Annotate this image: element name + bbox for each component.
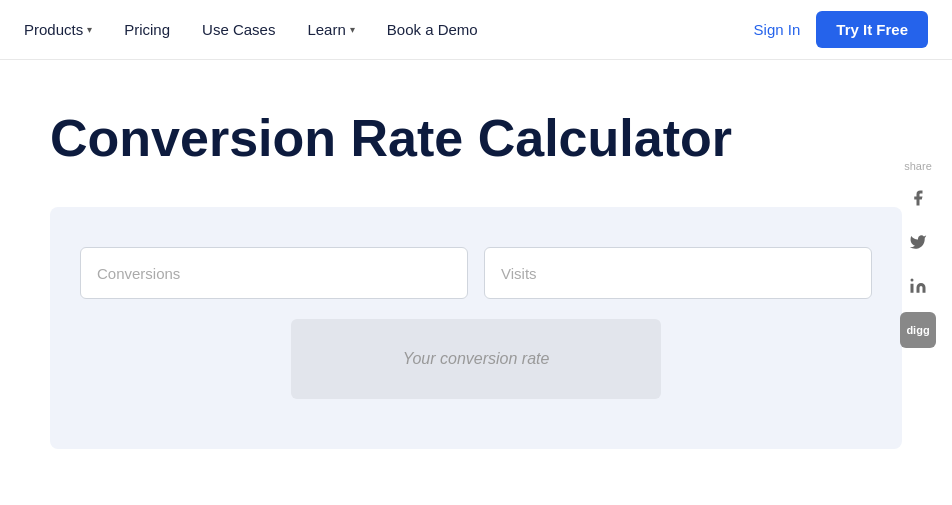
nav-left: Products ▾ Pricing Use Cases Learn ▾ Boo… [24, 21, 754, 38]
chevron-down-icon: ▾ [87, 24, 92, 35]
nav-label-use-cases: Use Cases [202, 21, 275, 38]
navbar: Products ▾ Pricing Use Cases Learn ▾ Boo… [0, 0, 952, 60]
nav-item-use-cases[interactable]: Use Cases [202, 21, 275, 38]
page-title: Conversion Rate Calculator [50, 110, 902, 167]
calculator-inputs [80, 247, 872, 299]
try-free-button[interactable]: Try It Free [816, 11, 928, 48]
nav-item-learn[interactable]: Learn ▾ [307, 21, 354, 38]
conversion-rate-result: Your conversion rate [291, 319, 661, 399]
svg-point-0 [911, 279, 914, 282]
twitter-icon[interactable] [900, 224, 936, 260]
nav-label-book-demo: Book a Demo [387, 21, 478, 38]
nav-label-products: Products [24, 21, 83, 38]
nav-label-learn: Learn [307, 21, 345, 38]
nav-item-pricing[interactable]: Pricing [124, 21, 170, 38]
conversions-input[interactable] [80, 247, 468, 299]
share-sidebar: share digg [900, 160, 936, 348]
share-label: share [904, 160, 932, 172]
result-placeholder-text: Your conversion rate [403, 350, 550, 368]
main-content: Conversion Rate Calculator Your conversi… [26, 60, 926, 489]
linkedin-icon[interactable] [900, 268, 936, 304]
calculator-card: Your conversion rate [50, 207, 902, 449]
visits-input[interactable] [484, 247, 872, 299]
sign-in-link[interactable]: Sign In [754, 21, 801, 38]
chevron-down-icon-learn: ▾ [350, 24, 355, 35]
nav-item-book-demo[interactable]: Book a Demo [387, 21, 478, 38]
nav-label-pricing: Pricing [124, 21, 170, 38]
nav-right: Sign In Try It Free [754, 11, 928, 48]
digg-icon[interactable]: digg [900, 312, 936, 348]
facebook-icon[interactable] [900, 180, 936, 216]
nav-item-products[interactable]: Products ▾ [24, 21, 92, 38]
